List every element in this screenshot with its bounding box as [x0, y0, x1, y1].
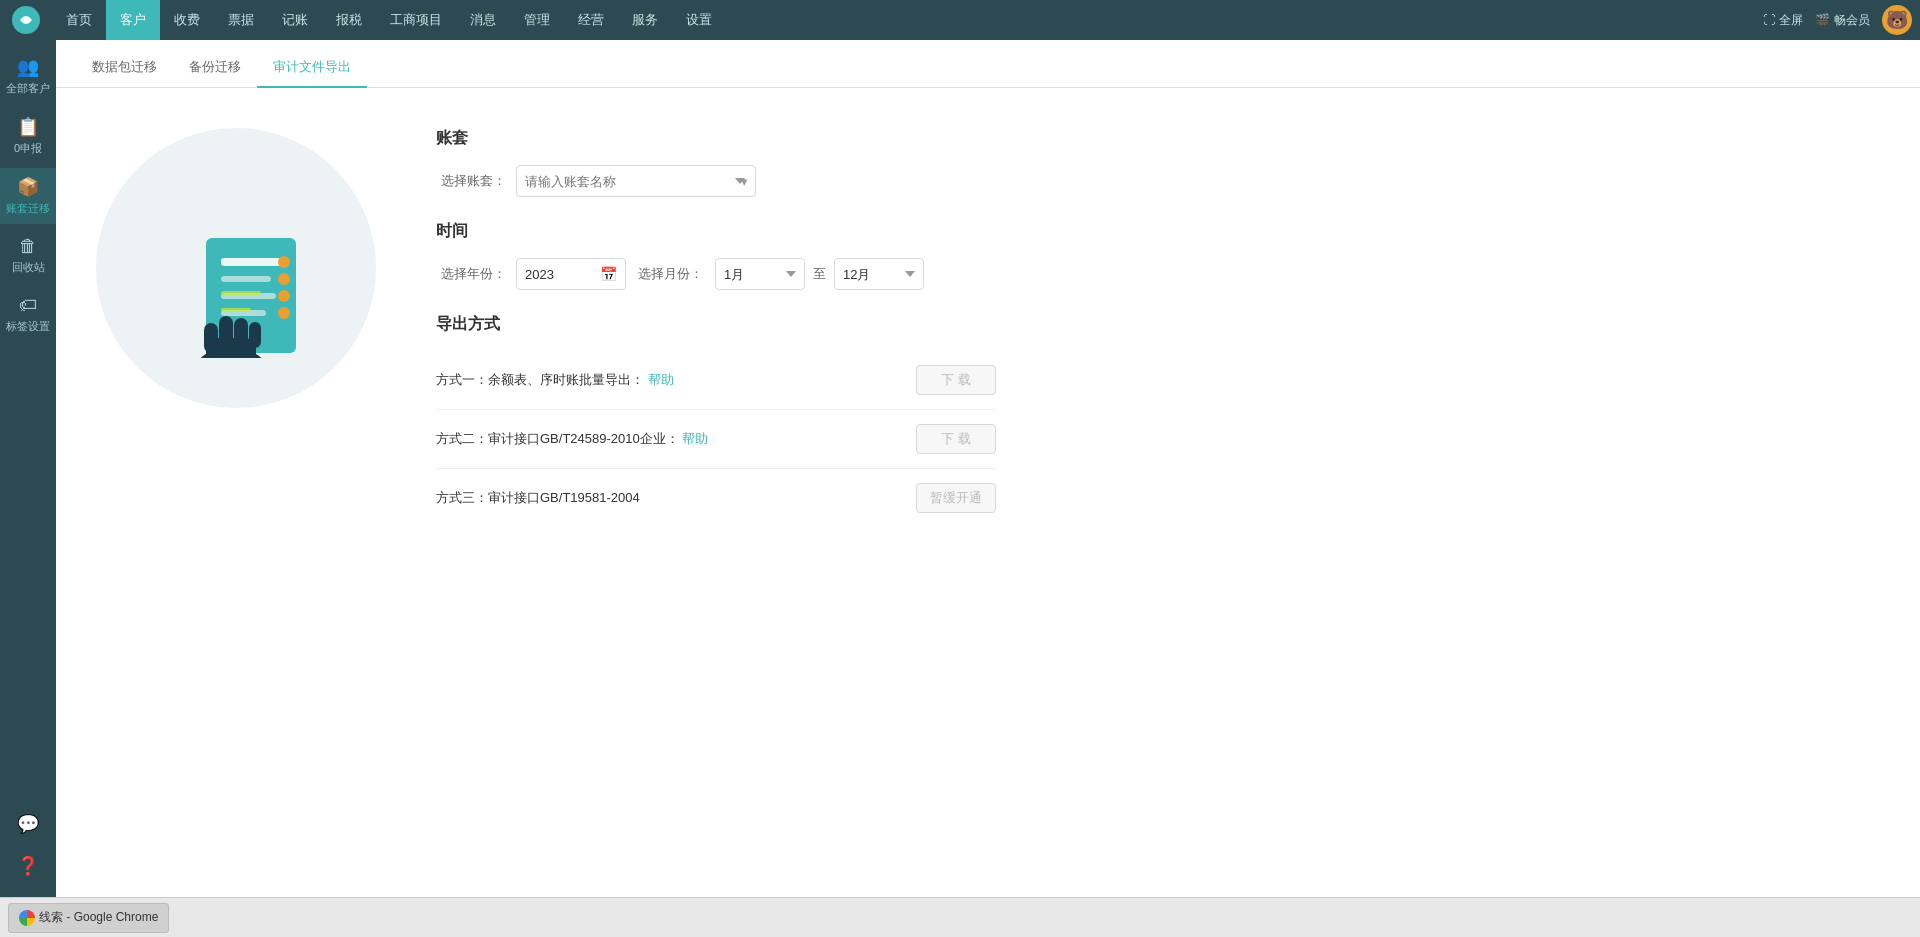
account-section-title: 账套	[436, 128, 996, 149]
svg-point-10	[278, 307, 290, 319]
month-label: 选择月份：	[638, 265, 703, 283]
account-select-input[interactable]	[516, 165, 756, 197]
nav-business[interactable]: 工商项目	[376, 0, 456, 40]
tab-backup-migration[interactable]: 备份迁移	[173, 48, 257, 88]
svg-point-9	[278, 290, 290, 302]
account-select-label: 选择账套：	[436, 172, 506, 190]
method-2-text: 方式二：审计接口GB/T24589-2010企业： 帮助	[436, 430, 708, 448]
time-inputs: 2023 📅 选择月份： 1月2月3月 4月5月6月 7月8月9月 10月11月…	[516, 258, 924, 290]
nav-tax[interactable]: 报税	[322, 0, 376, 40]
main-layout: 👥 全部客户 📋 0申报 📦 账套迁移 🗑 回收站 🏷 标签设置 💬 ❓	[0, 40, 1920, 897]
app-logo	[8, 2, 44, 38]
svg-rect-12	[221, 308, 251, 312]
method-3-text: 方式三：审计接口GB/T19581-2004	[436, 489, 640, 507]
sidebar-item-zero-declare[interactable]: 📋 0申报	[0, 108, 56, 164]
member-icon: 🎬	[1815, 13, 1830, 27]
nav-customer[interactable]: 客户	[106, 0, 160, 40]
sidebar-item-account-migration[interactable]: 📦 账套迁移	[0, 168, 56, 224]
fullscreen-icon: ⛶	[1763, 13, 1775, 27]
sidebar-bottom: 💬 ❓	[0, 805, 56, 897]
content-area: 数据包迁移 备份迁移 审计文件导出	[56, 40, 1920, 897]
sidebar-item-chat[interactable]: 💬	[0, 805, 56, 843]
tab-data-migration[interactable]: 数据包迁移	[76, 48, 173, 88]
nav-service[interactable]: 服务	[618, 0, 672, 40]
svg-rect-15	[204, 323, 218, 353]
svg-point-7	[278, 256, 290, 268]
method-2-help-link[interactable]: 帮助	[682, 431, 708, 446]
avatar[interactable]: 🐻	[1882, 5, 1912, 35]
export-method-2: 方式二：审计接口GB/T24589-2010企业： 帮助 下 载	[436, 410, 996, 469]
tab-audit-export[interactable]: 审计文件导出	[257, 48, 367, 88]
nav-fee[interactable]: 收费	[160, 0, 214, 40]
nav-items: 首页 客户 收费 票据 记账 报税 工商项目 消息 管理 经营 服务 设置	[52, 0, 1763, 40]
nav-manage[interactable]: 管理	[510, 0, 564, 40]
nav-home[interactable]: 首页	[52, 0, 106, 40]
month-start-select[interactable]: 1月2月3月 4月5月6月 7月8月9月 10月11月12月	[715, 258, 805, 290]
export-section-title: 导出方式	[436, 314, 996, 335]
svg-rect-16	[219, 316, 233, 348]
top-nav-right: ⛶ 全屏 🎬 畅会员 🐻	[1763, 5, 1912, 35]
account-migration-icon: 📦	[17, 176, 39, 198]
left-sidebar: 👥 全部客户 📋 0申报 📦 账套迁移 🗑 回收站 🏷 标签设置 💬 ❓	[0, 40, 56, 897]
svg-rect-4	[221, 276, 271, 282]
fullscreen-btn[interactable]: ⛶ 全屏	[1763, 12, 1803, 29]
taskbar: 线索 - Google Chrome	[0, 897, 1920, 937]
form-container: 账套 选择账套： ▾ 时间 选择年份： 20	[96, 128, 996, 527]
month-end-select[interactable]: 1月2月3月 4月5月6月 7月8月9月 10月11月12月	[834, 258, 924, 290]
method-1-help-link[interactable]: 帮助	[648, 372, 674, 387]
time-section-title: 时间	[436, 221, 996, 242]
top-nav: 首页 客户 收费 票据 记账 报税 工商项目 消息 管理 经营 服务 设置 ⛶ …	[0, 0, 1920, 40]
year-input[interactable]: 2023 📅	[516, 258, 626, 290]
sidebar-item-all-customers[interactable]: 👥 全部客户	[0, 48, 56, 104]
calendar-icon: 📅	[600, 266, 617, 282]
svg-rect-18	[249, 322, 261, 348]
taskbar-chrome-btn[interactable]: 线索 - Google Chrome	[8, 903, 169, 933]
illustration-svg	[156, 178, 316, 358]
illustration	[96, 128, 376, 408]
svg-rect-3	[221, 258, 281, 266]
svg-point-8	[278, 273, 290, 285]
nav-message[interactable]: 消息	[456, 0, 510, 40]
all-customers-icon: 👥	[17, 56, 39, 78]
nav-settings[interactable]: 设置	[672, 0, 726, 40]
svg-rect-11	[221, 291, 261, 295]
recycle-icon: 🗑	[19, 236, 37, 257]
time-separator: 至	[813, 265, 826, 283]
account-select-wrapper: ▾	[516, 165, 756, 197]
export-method-3: 方式三：审计接口GB/T19581-2004 暂缓开通	[436, 469, 996, 527]
export-method-1: 方式一：余额表、序时账批量导出： 帮助 下 载	[436, 351, 996, 410]
sidebar-item-recycle[interactable]: 🗑 回收站	[0, 228, 56, 283]
svg-rect-17	[234, 318, 248, 348]
zero-declare-icon: 📋	[17, 116, 39, 138]
tabs-bar: 数据包迁移 备份迁移 审计文件导出	[56, 40, 1920, 88]
chrome-icon	[19, 910, 35, 926]
method-1-text: 方式一：余额表、序时账批量导出： 帮助	[436, 371, 674, 389]
sidebar-item-tag-settings[interactable]: 🏷 标签设置	[0, 287, 56, 342]
tag-settings-icon: 🏷	[19, 295, 37, 316]
chat-icon: 💬	[17, 813, 39, 835]
method-2-download-btn[interactable]: 下 载	[916, 424, 996, 454]
member-btn[interactable]: 🎬 畅会员	[1815, 12, 1870, 29]
nav-operation[interactable]: 经营	[564, 0, 618, 40]
form-right: 账套 选择账套： ▾ 时间 选择年份： 20	[436, 128, 996, 527]
method-1-download-btn[interactable]: 下 载	[916, 365, 996, 395]
page-content: 账套 选择账套： ▾ 时间 选择年份： 20	[56, 88, 1920, 897]
time-row: 选择年份： 2023 📅 选择月份： 1月2月3月 4月5月6月 7月8月9月	[436, 258, 996, 290]
svg-point-1	[23, 17, 29, 23]
nav-bookkeeping[interactable]: 记账	[268, 0, 322, 40]
method-3-coming-soon-btn[interactable]: 暂缓开通	[916, 483, 996, 513]
nav-invoice[interactable]: 票据	[214, 0, 268, 40]
avatar-icon: 🐻	[1886, 9, 1908, 31]
help-icon: ❓	[17, 855, 39, 877]
year-label: 选择年份：	[436, 265, 506, 283]
sidebar-item-help[interactable]: ❓	[0, 847, 56, 885]
account-select-row: 选择账套： ▾	[436, 165, 996, 197]
